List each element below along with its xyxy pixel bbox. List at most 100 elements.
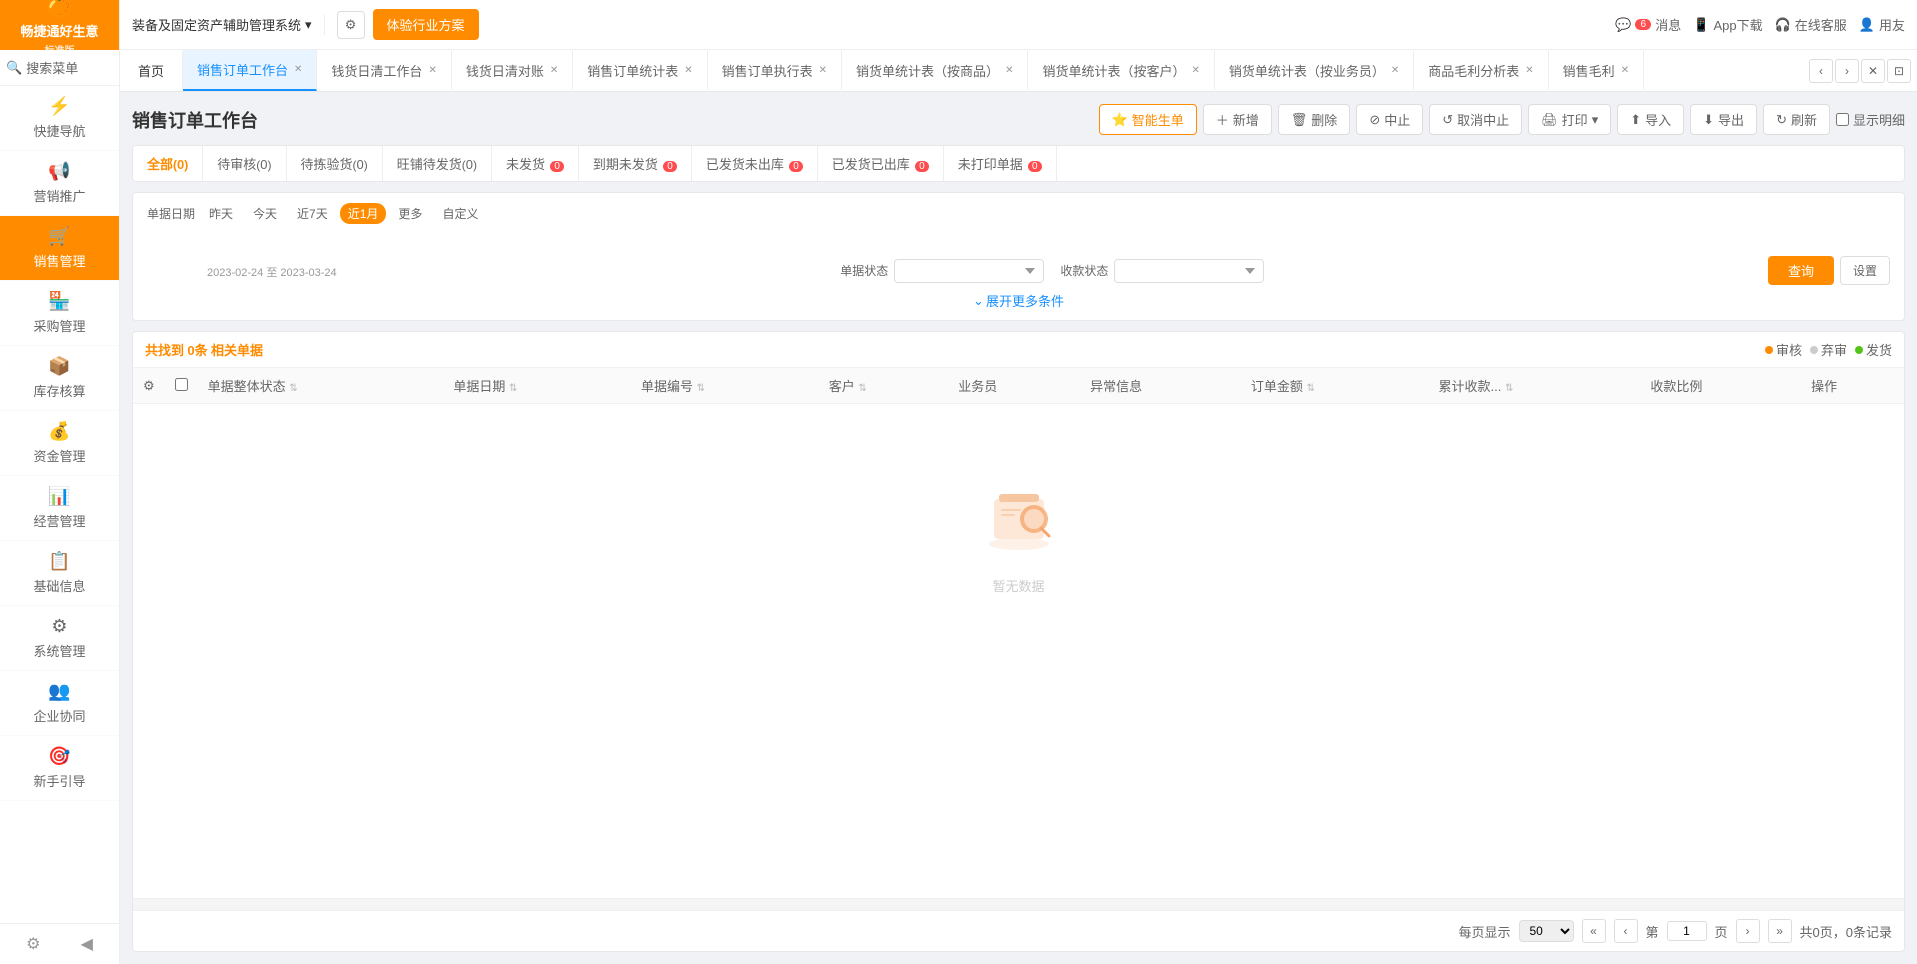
sub-tab-pending-review[interactable]: 待审核(0) [203, 146, 286, 181]
show-detail-checkbox[interactable] [1836, 113, 1849, 126]
show-detail-label[interactable]: 显示明细 [1836, 110, 1905, 129]
tab-close-icon[interactable]: ✕ [1191, 65, 1199, 76]
tab-sales-stats[interactable]: 销售订单统计表 ✕ [573, 51, 707, 90]
th-number[interactable]: 单据编号 ⇅ [631, 368, 819, 404]
tab-close-icon[interactable]: ✕ [550, 65, 558, 76]
sidebar-item-purchase[interactable]: 🏪 采购管理 [0, 281, 119, 346]
print-btn[interactable]: 🖨 打印 ▾ [1528, 104, 1611, 135]
first-page-btn[interactable]: « [1582, 919, 1606, 943]
date-opt-today[interactable]: 今天 [245, 203, 285, 224]
tab-sales-exec[interactable]: 销售订单执行表 ✕ [708, 51, 842, 90]
sub-tab-wangpu[interactable]: 旺铺待发货(0) [383, 146, 492, 181]
table-scroll[interactable]: ⚙ 单据整体状态 ⇅ 单据日期 ⇅ [133, 368, 1904, 898]
sidebar-item-finance[interactable]: 💰 资金管理 [0, 411, 119, 476]
sub-tab-not-printed[interactable]: 未打印单据 0 [944, 146, 1057, 181]
tab-close-icon[interactable]: ✕ [428, 65, 436, 76]
sidebar-collapse-btn[interactable]: ◀ [81, 934, 93, 954]
tab-close-icon[interactable]: ✕ [1391, 65, 1399, 76]
sidebar-item-basic-info[interactable]: 📋 基础信息 [0, 541, 119, 606]
tab-reconcile[interactable]: 钱货日清对账 ✕ [452, 51, 573, 90]
tab-goods-stats[interactable]: 销货单统计表（按商品） ✕ [842, 51, 1028, 90]
page-number-input[interactable] [1667, 921, 1707, 941]
next-page-btn[interactable]: › [1736, 919, 1760, 943]
date-opt-1month[interactable]: 近1月 [340, 203, 387, 224]
tabs-expand-btn[interactable]: ⊡ [1887, 59, 1911, 83]
th-salesperson[interactable]: 业务员 [948, 368, 1080, 404]
sidebar-item-operations[interactable]: 📊 经营管理 [0, 476, 119, 541]
th-date[interactable]: 单据日期 ⇅ [443, 368, 631, 404]
tabs-prev-btn[interactable]: ‹ [1809, 59, 1833, 83]
tab-sales-margin[interactable]: 销售毛利 ✕ [1549, 51, 1644, 90]
expand-filter-btn[interactable]: ⌄ 展开更多条件 [973, 291, 1064, 310]
tab-home[interactable]: 首页 [120, 51, 183, 90]
refresh-btn[interactable]: ↻ 刷新 [1763, 104, 1830, 135]
delete-btn[interactable]: 🗑 删除 [1278, 104, 1351, 135]
th-status[interactable]: 单据整体状态 ⇅ [198, 368, 444, 404]
sidebar-item-system[interactable]: ⚙ 系统管理 [0, 606, 119, 671]
date-opt-yesterday[interactable]: 昨天 [201, 203, 241, 224]
sidebar-item-sales[interactable]: 🛒 销售管理 [0, 216, 119, 281]
horizontal-scrollbar[interactable] [133, 898, 1904, 910]
tab-close-icon[interactable]: ✕ [1621, 65, 1629, 76]
cancel-stop-btn[interactable]: ↺ 取消中止 [1429, 104, 1522, 135]
filter-setting-btn[interactable]: 设置 [1840, 256, 1890, 285]
prev-page-btn[interactable]: ‹ [1614, 919, 1638, 943]
sidebar-item-inventory[interactable]: 📦 库存核算 [0, 346, 119, 411]
status-select[interactable] [894, 259, 1044, 283]
stop-btn[interactable]: ⊘ 中止 [1356, 104, 1423, 135]
abandon-review-action-btn[interactable]: 弃审 [1810, 340, 1847, 359]
export-btn[interactable]: ⬇ 导出 [1690, 104, 1757, 135]
tab-close-icon[interactable]: ✕ [1525, 65, 1533, 76]
table-header-row: ⚙ 单据整体状态 ⇅ 单据日期 ⇅ [133, 368, 1904, 404]
tabs-close-btn[interactable]: ✕ [1861, 59, 1885, 83]
online-service-btn[interactable]: 🎧 在线客服 [1775, 15, 1847, 34]
query-btn[interactable]: 查询 [1768, 256, 1834, 285]
sidebar-item-quick-nav[interactable]: ⚡ 快捷导航 [0, 86, 119, 151]
sidebar-item-cooperation[interactable]: 👥 企业协同 [0, 671, 119, 736]
sub-tab-all[interactable]: 全部(0) [133, 146, 203, 181]
th-amount[interactable]: 订单金额 ⇅ [1241, 368, 1429, 404]
payment-select[interactable] [1114, 259, 1264, 283]
th-customer[interactable]: 客户 ⇅ [819, 368, 949, 404]
import-btn[interactable]: ⬆ 导入 [1617, 104, 1684, 135]
tab-close-icon[interactable]: ✕ [819, 65, 827, 76]
tab-margin-analysis[interactable]: 商品毛利分析表 ✕ [1414, 51, 1548, 90]
sidebar-search[interactable]: 🔍 搜索菜单 [0, 50, 119, 86]
tab-close-icon[interactable]: ✕ [294, 64, 302, 75]
th-abnormal[interactable]: 异常信息 [1080, 368, 1241, 404]
review-action-btn[interactable]: 审核 [1765, 340, 1802, 359]
tab-daily-clear[interactable]: 钱货日清工作台 ✕ [317, 51, 451, 90]
smart-create-btn[interactable]: ⭐ 智能生单 [1099, 104, 1197, 135]
sidebar-settings-btn[interactable]: ⚙ [26, 934, 40, 954]
last-page-btn[interactable]: » [1768, 919, 1792, 943]
tabs-next-btn[interactable]: › [1835, 59, 1859, 83]
ship-action-btn[interactable]: 发货 [1855, 340, 1892, 359]
tab-customer-stats[interactable]: 销货单统计表（按客户） ✕ [1028, 51, 1214, 90]
user-menu-btn[interactable]: 👤 用友 [1859, 15, 1905, 34]
th-settings[interactable]: ⚙ [133, 368, 165, 404]
app-download-btn[interactable]: 📱 App下载 [1693, 15, 1762, 34]
message-btn[interactable]: 💬 6 消息 [1615, 15, 1681, 34]
sidebar-item-guide[interactable]: 🎯 新手引导 [0, 736, 119, 801]
page-size-select[interactable]: 10 20 50 100 [1519, 920, 1574, 942]
sub-tab-shipped-out[interactable]: 已发货已出库 0 [818, 146, 944, 181]
select-all-checkbox[interactable] [175, 378, 188, 391]
new-btn[interactable]: ＋ 新增 [1203, 104, 1272, 135]
date-opt-7days[interactable]: 近7天 [289, 203, 336, 224]
tab-salesperson-stats[interactable]: 销货单统计表（按业务员） ✕ [1215, 51, 1414, 90]
solution-btn[interactable]: 体验行业方案 [373, 9, 479, 40]
tab-close-icon[interactable]: ✕ [684, 65, 692, 76]
sub-tab-not-shipped[interactable]: 未发货 0 [492, 146, 579, 181]
sub-tab-pending-check[interactable]: 待拣验货(0) [287, 146, 383, 181]
date-opt-custom[interactable]: 自定义 [434, 203, 486, 224]
th-checkbox[interactable] [165, 368, 198, 404]
th-cumulative[interactable]: 累计收款... ⇅ [1429, 368, 1641, 404]
sidebar-item-marketing[interactable]: 📢 营销推广 [0, 151, 119, 216]
sub-tab-overdue[interactable]: 到期未发货 0 [579, 146, 692, 181]
sub-tab-shipped-not-out[interactable]: 已发货未出库 0 [692, 146, 818, 181]
topbar-settings-btn[interactable]: ⚙ [337, 11, 365, 39]
system-title-dropdown[interactable]: 装备及固定资产辅助管理系统 ▾ [132, 15, 312, 34]
tab-close-icon[interactable]: ✕ [1005, 65, 1013, 76]
date-opt-more[interactable]: 更多 [390, 203, 430, 224]
tab-sales-workbench[interactable]: 销售订单工作台 ✕ [183, 50, 317, 91]
